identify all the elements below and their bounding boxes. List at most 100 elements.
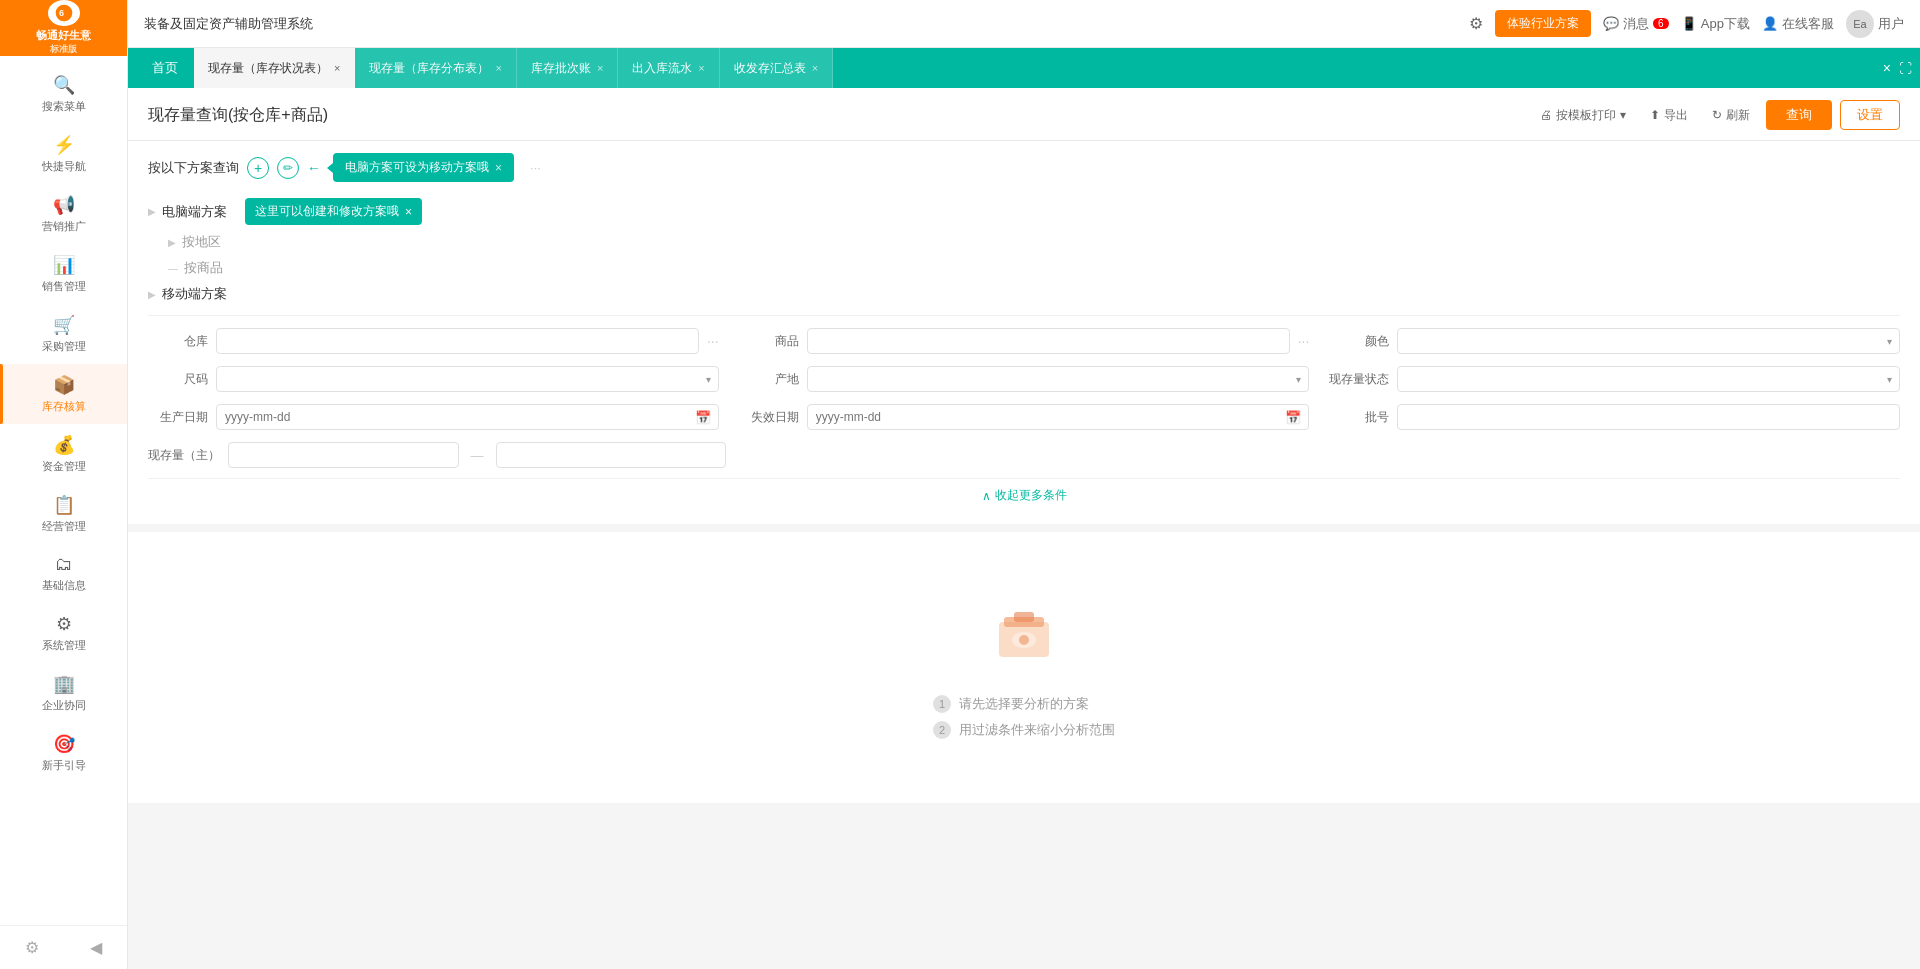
stock-status-select[interactable]: [1397, 366, 1900, 392]
reset-button[interactable]: 设置: [1840, 100, 1900, 130]
print-label: 按模板打印: [1556, 107, 1616, 124]
industry-btn[interactable]: 体验行业方案: [1495, 10, 1591, 37]
tab-stock-status[interactable]: 现存量（库存状况表） ×: [194, 48, 355, 88]
sidebar-item-finance[interactable]: 💰 资金管理: [0, 424, 127, 484]
settings-footer-icon[interactable]: ⚙: [25, 938, 39, 957]
tab-stock-dist-close[interactable]: ×: [495, 62, 501, 74]
origin-select[interactable]: [807, 366, 1310, 392]
support-group[interactable]: 👤 在线客服: [1762, 15, 1834, 33]
sidebar-item-inventory[interactable]: 📦 库存核算: [0, 364, 127, 424]
mfg-date-calendar-icon[interactable]: 📅: [695, 410, 711, 425]
color-select[interactable]: [1397, 328, 1900, 354]
quick-nav-icon: ⚡: [53, 134, 75, 156]
message-group[interactable]: 💬 消息 6: [1603, 15, 1669, 33]
pc-scheme-triangle[interactable]: ▶: [148, 206, 156, 217]
sidebar-item-label: 库存核算: [42, 399, 86, 414]
refresh-btn[interactable]: ↻ 刷新: [1704, 103, 1758, 128]
collapse-sidebar-icon[interactable]: ◀: [90, 938, 102, 957]
pc-sub-label-1: 按地区: [182, 233, 221, 251]
tab-close-all-icon[interactable]: ×: [1883, 60, 1891, 76]
warehouse-input[interactable]: [216, 328, 699, 354]
mfg-date-wrap: 📅: [216, 404, 719, 430]
sidebar-item-system[interactable]: ⚙ 系统管理: [0, 603, 127, 663]
warehouse-dots[interactable]: ···: [707, 333, 719, 349]
app-download-group[interactable]: 📱 App下载: [1681, 15, 1750, 33]
svg-rect-4: [1014, 612, 1034, 622]
sidebar-item-sales[interactable]: 📊 销售管理: [0, 244, 127, 304]
sidebar-item-guide[interactable]: 🎯 新手引导: [0, 723, 127, 783]
tab-home[interactable]: 首页: [136, 48, 194, 88]
sidebar-item-label: 经营管理: [42, 519, 86, 534]
print-dropdown-icon: ▾: [1620, 108, 1626, 122]
support-icon: 👤: [1762, 16, 1778, 31]
origin-label: 产地: [739, 371, 799, 388]
tab-batch-ledger[interactable]: 库存批次账 ×: [517, 48, 618, 88]
add-scheme-btn[interactable]: +: [247, 157, 269, 179]
mfg-date-input[interactable]: [216, 404, 719, 430]
sidebar-item-enterprise[interactable]: 🏢 企业协同: [0, 663, 127, 723]
tab-stock-flow-label: 出入库流水: [632, 60, 692, 77]
tab-batch-ledger-close[interactable]: ×: [597, 62, 603, 74]
warehouse-field: 仓库 ···: [148, 328, 719, 354]
stock-status-field: 现存量状态 ▾: [1329, 366, 1900, 392]
size-select[interactable]: [216, 366, 719, 392]
tab-stock-flow-close[interactable]: ×: [698, 62, 704, 74]
tab-stock-dist[interactable]: 现存量（库存分布表） ×: [355, 48, 516, 88]
tooltip2-text: 这里可以创建和修改方案哦: [255, 203, 399, 220]
export-icon: ⬆: [1650, 108, 1660, 122]
batch-input[interactable]: [1397, 404, 1900, 430]
mobile-scheme-row: ▶ 移动端方案: [148, 281, 1900, 307]
tab-collect-send[interactable]: 收发存汇总表 ×: [720, 48, 833, 88]
tab-stock-status-close[interactable]: ×: [334, 62, 340, 74]
stock-qty-min[interactable]: [228, 442, 459, 468]
filter-top-row: 按以下方案查询 + ✏ ← 电脑方案可设为移动方案哦 × ···: [148, 153, 1900, 182]
filter-back-arrow[interactable]: ←: [307, 160, 321, 176]
tab-stock-flow[interactable]: 出入库流水 ×: [618, 48, 719, 88]
exp-date-calendar-icon[interactable]: 📅: [1285, 410, 1301, 425]
purchase-icon: 🛒: [53, 314, 75, 336]
header-settings-icon[interactable]: ⚙: [1469, 14, 1483, 33]
sidebar-item-label: 企业协同: [42, 698, 86, 713]
refresh-label: 刷新: [1726, 107, 1750, 124]
sidebar-item-basic[interactable]: 🗂 基础信息: [0, 544, 127, 603]
sidebar-item-purchase[interactable]: 🛒 采购管理: [0, 304, 127, 364]
mobile-scheme-label[interactable]: 移动端方案: [162, 285, 227, 303]
goods-dots[interactable]: ···: [1298, 333, 1310, 349]
batch-field: 批号: [1329, 404, 1900, 430]
goods-input[interactable]: [807, 328, 1290, 354]
exp-date-input[interactable]: [807, 404, 1310, 430]
svg-point-6: [1019, 635, 1029, 645]
export-btn[interactable]: ⬆ 导出: [1642, 103, 1696, 128]
stock-qty-field: 现存量（主） —: [148, 442, 726, 468]
tab-fullscreen-icon[interactable]: ⛶: [1899, 61, 1912, 76]
pc-sub-row2: — 按商品: [168, 255, 1900, 281]
sidebar-item-search[interactable]: 🔍 搜索菜单: [0, 64, 127, 124]
tab-collect-send-close[interactable]: ×: [812, 62, 818, 74]
print-btn[interactable]: 🖨 按模板打印 ▾: [1532, 103, 1634, 128]
user-group[interactable]: Ea 用户: [1846, 10, 1904, 38]
export-label: 导出: [1664, 107, 1688, 124]
filter-fields-container: 仓库 ··· 商品 ··· 颜色: [148, 315, 1900, 468]
collapse-btn[interactable]: ∧ 收起更多条件: [148, 478, 1900, 512]
pc-scheme-label[interactable]: 电脑端方案: [162, 203, 227, 221]
tooltip1-close[interactable]: ×: [495, 161, 502, 175]
mobile-scheme-triangle[interactable]: ▶: [148, 289, 156, 300]
sidebar-item-label: 系统管理: [42, 638, 86, 653]
color-select-wrap: ▾: [1397, 328, 1900, 354]
mobile-icon: 📱: [1681, 16, 1697, 31]
finance-icon: 💰: [53, 434, 75, 456]
logo-sub: 标准版: [50, 43, 77, 56]
sidebar-item-quick-nav[interactable]: ⚡ 快捷导航: [0, 124, 127, 184]
system-name: 装备及固定资产辅助管理系统: [144, 15, 1457, 33]
query-button[interactable]: 查询: [1766, 100, 1832, 130]
message-badge: 6: [1653, 18, 1669, 29]
stock-qty-max[interactable]: [496, 442, 727, 468]
sidebar-item-label: 采购管理: [42, 339, 86, 354]
sidebar-item-operations[interactable]: 📋 经营管理: [0, 484, 127, 544]
edit-scheme-btn[interactable]: ✏: [277, 157, 299, 179]
stock-status-select-wrap: ▾: [1397, 366, 1900, 392]
filter-area: 按以下方案查询 + ✏ ← 电脑方案可设为移动方案哦 × ··· ▶: [128, 141, 1920, 524]
page-header: 现存量查询(按仓库+商品) 🖨 按模板打印 ▾ ⬆ 导出 ↻ 刷新: [128, 88, 1920, 141]
sidebar-item-marketing[interactable]: 📢 营销推广: [0, 184, 127, 244]
tooltip2-close[interactable]: ×: [405, 205, 412, 219]
